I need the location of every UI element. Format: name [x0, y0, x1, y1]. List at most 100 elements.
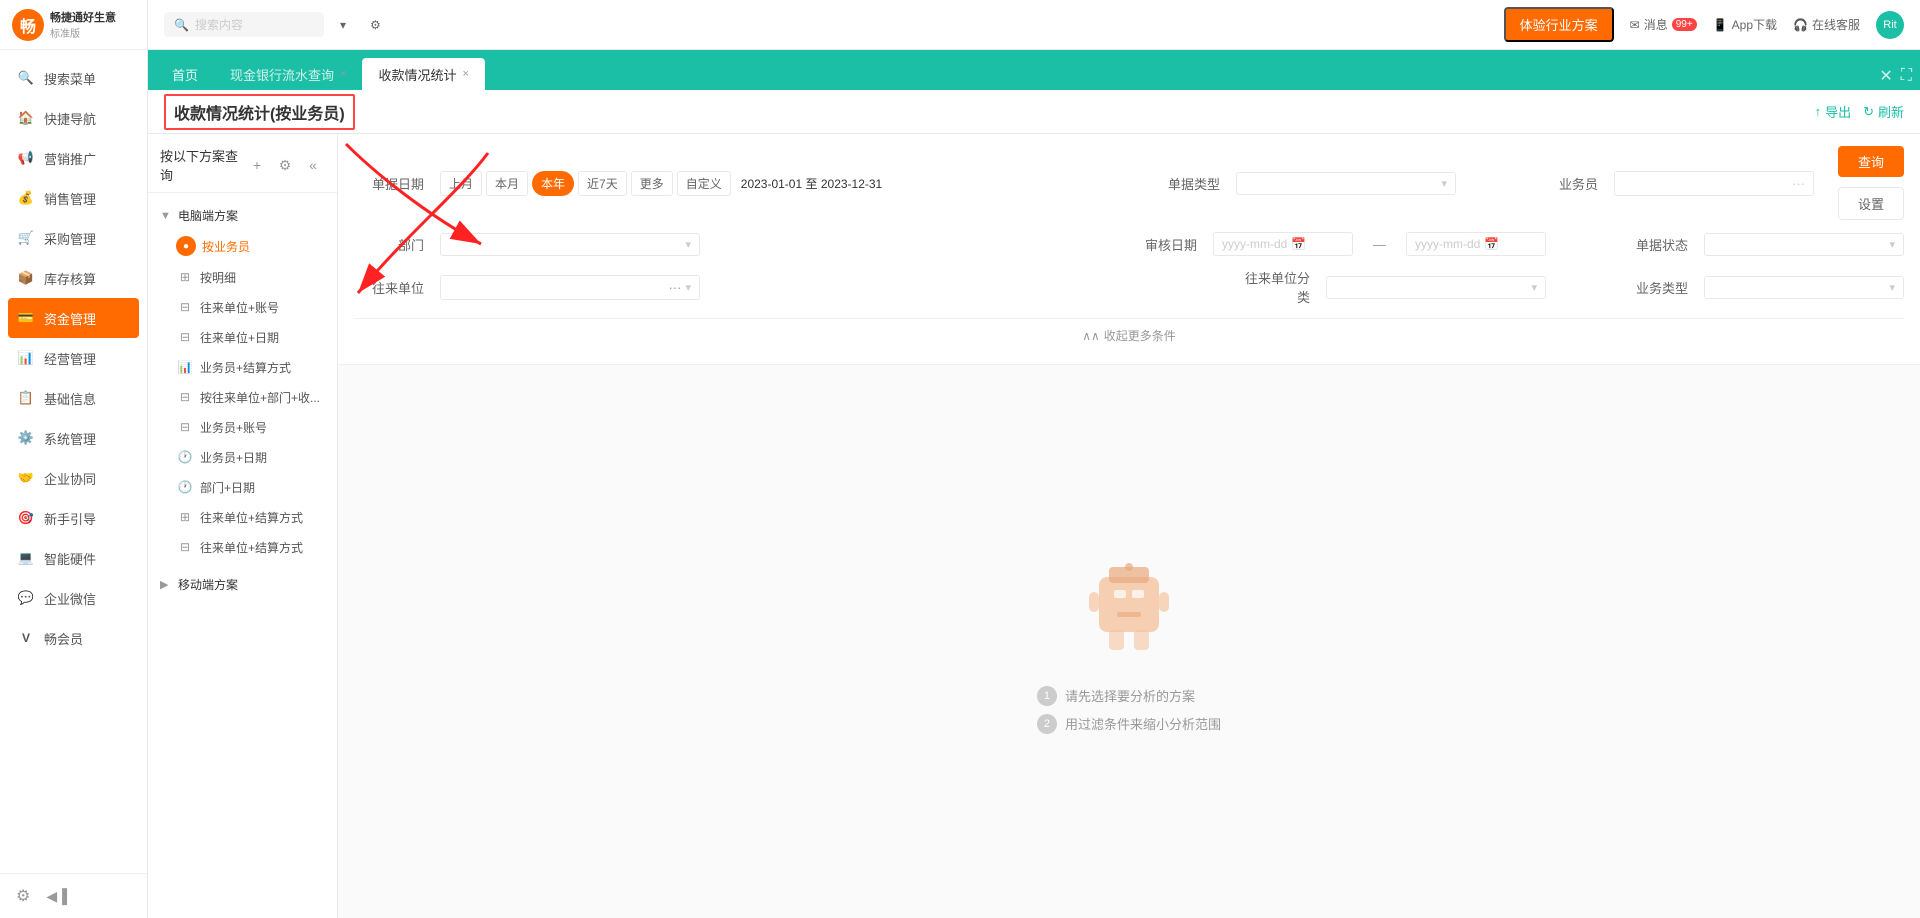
- unit-class-select[interactable]: ▾: [1326, 276, 1546, 299]
- filter-area: 单据日期 上月 本月 本年 近7天 更多 自定义 2023-: [338, 134, 1920, 365]
- sidebar-item-guide[interactable]: 🎯 新手引导: [0, 498, 147, 538]
- sidebar-item-member[interactable]: V 畅会员: [0, 618, 147, 658]
- filter-row-2: 部门 ▾ 审核日期 yyyy-mm-dd 📅 — y: [354, 232, 1904, 256]
- unit-arrow: ▾: [685, 281, 691, 294]
- basic-icon: 📋: [16, 388, 36, 408]
- tree-item-unit-settlement1[interactable]: ⊞ 往来单位+结算方式: [148, 502, 337, 532]
- sidebar-nav: 🔍 搜索菜单 🏠 快捷导航 📢 营销推广 💰 销售管理 🛒 采购管理 📦 库存核…: [0, 50, 147, 873]
- query-button[interactable]: 查询: [1838, 146, 1904, 177]
- date-btn-this-month[interactable]: 本月: [486, 171, 528, 196]
- collapse-panel-btn[interactable]: «: [301, 153, 325, 177]
- setting-button[interactable]: 设置: [1838, 187, 1904, 220]
- refresh-icon: ↻: [1863, 104, 1874, 120]
- settings-footer-icon[interactable]: ⚙: [16, 886, 30, 906]
- tab-bank-close[interactable]: ×: [340, 68, 346, 80]
- dept-select[interactable]: ▾: [440, 233, 700, 256]
- sidebar-item-system[interactable]: ⚙️ 系统管理: [0, 418, 147, 458]
- sidebar-logo: 畅 畅捷通好生意 标准版: [0, 0, 147, 50]
- wechat-icon: 💬: [16, 588, 36, 608]
- maximize-icon[interactable]: ⛶: [1901, 67, 1912, 85]
- tree-item-by-staff[interactable]: ● 按业务员: [148, 230, 337, 262]
- refresh-button[interactable]: ↻ 刷新: [1863, 102, 1904, 121]
- doc-type-select[interactable]: ▾: [1236, 172, 1456, 195]
- left-panel-header: 按以下方案查询 + ⚙ «: [148, 134, 337, 193]
- sidebar: 畅 畅捷通好生意 标准版 🔍 搜索菜单 🏠 快捷导航 📢 营销推广 💰 销售管理…: [0, 0, 148, 918]
- member-icon: V: [16, 628, 36, 648]
- staff-select[interactable]: ···: [1614, 171, 1814, 196]
- unit-select[interactable]: ··· ▾: [440, 275, 700, 300]
- tree-item-dept-date[interactable]: 🕐 部门+日期: [148, 472, 337, 502]
- doc-status-label: 单据状态: [1618, 235, 1688, 254]
- date-btn-this-year[interactable]: 本年: [532, 171, 574, 196]
- trial-button[interactable]: 体验行业方案: [1504, 7, 1614, 42]
- collapse-filter-btn[interactable]: ∧∧ 收起更多条件: [354, 318, 1904, 352]
- unit-label: 往来单位: [354, 278, 424, 297]
- avatar: Rit: [1876, 11, 1904, 39]
- sidebar-item-wechat[interactable]: 💬 企业微信: [0, 578, 147, 618]
- unit-more-icon[interactable]: ···: [664, 280, 685, 295]
- user-avatar[interactable]: Rit: [1876, 11, 1904, 39]
- sidebar-item-operation[interactable]: 📊 经营管理: [0, 338, 147, 378]
- tree-item-unit-date[interactable]: ⊟ 往来单位+日期: [148, 322, 337, 352]
- tree-desktop-header[interactable]: ▼ 电脑端方案: [148, 201, 337, 230]
- tree-item-staff-settlement[interactable]: 📊 业务员+结算方式: [148, 352, 337, 382]
- biz-type-arrow: ▾: [1889, 281, 1895, 294]
- action-buttons: 查询 设置: [1838, 146, 1904, 220]
- hardware-icon: 💻: [16, 548, 36, 568]
- message-action[interactable]: ✉ 消息 99+: [1630, 16, 1697, 33]
- date-range-text: 2023-01-01 至 2023-12-31: [741, 175, 882, 192]
- tree-item-unit-account[interactable]: ⊟ 往来单位+账号: [148, 292, 337, 322]
- home-icon: 🏠: [16, 108, 36, 128]
- topbar-search[interactable]: 🔍 搜索内容: [164, 12, 324, 37]
- sidebar-item-sales[interactable]: 💰 销售管理: [0, 178, 147, 218]
- sidebar-item-inventory[interactable]: 📦 库存核算: [0, 258, 147, 298]
- guide-icon: 🎯: [16, 508, 36, 528]
- tree-mobile-header[interactable]: ▶ 移动端方案: [148, 570, 337, 599]
- tab-receipt[interactable]: 收款情况统计 ×: [362, 58, 484, 90]
- tree-item-by-detail[interactable]: ⊞ 按明细: [148, 262, 337, 292]
- page-wrapper: 收款情况统计(按业务员) ↑ 导出 ↻ 刷新 按以下方案查询 +: [148, 90, 1920, 918]
- review-date-start[interactable]: yyyy-mm-dd 📅: [1213, 232, 1353, 256]
- collapse-sidebar-icon[interactable]: ◀▐: [46, 888, 67, 905]
- review-date-end[interactable]: yyyy-mm-dd 📅: [1406, 232, 1546, 256]
- export-icon: ↑: [1815, 104, 1822, 119]
- topbar-dropdown[interactable]: ▾: [332, 14, 354, 36]
- mobile-expand-icon: ▶: [160, 578, 174, 591]
- app-download-action[interactable]: 📱 App下载: [1713, 16, 1777, 33]
- sidebar-item-finance[interactable]: 💳 资金管理: [8, 298, 139, 338]
- sidebar-item-marketing[interactable]: 📢 营销推广: [0, 138, 147, 178]
- tab-bank[interactable]: 现金银行流水查询 ×: [214, 58, 362, 90]
- tree-item-unit-settlement2[interactable]: ⊟ 往来单位+结算方式: [148, 532, 337, 562]
- date-btn-last-month[interactable]: 上月: [440, 171, 482, 196]
- tab-home[interactable]: 首页: [156, 58, 214, 90]
- calendar-start-icon[interactable]: 📅: [1291, 237, 1306, 251]
- scheme-tree: ▼ 电脑端方案 ● 按业务员 ⊞ 按明细 ⊟ 往来单位+账号: [148, 193, 337, 607]
- date-separator: —: [1373, 237, 1386, 252]
- sidebar-item-enterprise[interactable]: 🤝 企业协同: [0, 458, 147, 498]
- tree-item-staff-date[interactable]: 🕐 业务员+日期: [148, 442, 337, 472]
- tab-receipt-close[interactable]: ×: [462, 68, 468, 80]
- export-button[interactable]: ↑ 导出: [1815, 102, 1852, 121]
- tree-item-unit-dept[interactable]: ⊟ 按往来单位+部门+收...: [148, 382, 337, 412]
- calendar-end-icon[interactable]: 📅: [1484, 237, 1499, 251]
- dept-label: 部门: [354, 235, 424, 254]
- sidebar-item-hardware[interactable]: 💻 智能硬件: [0, 538, 147, 578]
- sidebar-item-search[interactable]: 🔍 搜索菜单: [0, 58, 147, 98]
- sidebar-item-basic[interactable]: 📋 基础信息: [0, 378, 147, 418]
- scheme-settings-btn[interactable]: ⚙: [273, 153, 297, 177]
- date-btn-last7[interactable]: 近7天: [578, 171, 627, 196]
- doc-status-select[interactable]: ▾: [1704, 233, 1904, 256]
- page-header: 收款情况统计(按业务员) ↑ 导出 ↻ 刷新: [148, 90, 1920, 134]
- staff-settlement-icon: 📊: [176, 358, 194, 376]
- date-btn-custom[interactable]: 自定义: [677, 171, 731, 196]
- date-btn-more[interactable]: 更多: [631, 171, 673, 196]
- biz-type-select[interactable]: ▾: [1704, 276, 1904, 299]
- sidebar-item-shortcut[interactable]: 🏠 快捷导航: [0, 98, 147, 138]
- service-action[interactable]: 🎧 在线客服: [1793, 16, 1860, 33]
- staff-more-icon[interactable]: ···: [1792, 176, 1805, 191]
- sidebar-item-purchase[interactable]: 🛒 采购管理: [0, 218, 147, 258]
- add-scheme-btn[interactable]: +: [245, 153, 269, 177]
- close-window-icon[interactable]: ✕: [1879, 66, 1892, 86]
- tree-item-staff-account[interactable]: ⊟ 业务员+账号: [148, 412, 337, 442]
- topbar-settings[interactable]: ⚙: [362, 14, 389, 36]
